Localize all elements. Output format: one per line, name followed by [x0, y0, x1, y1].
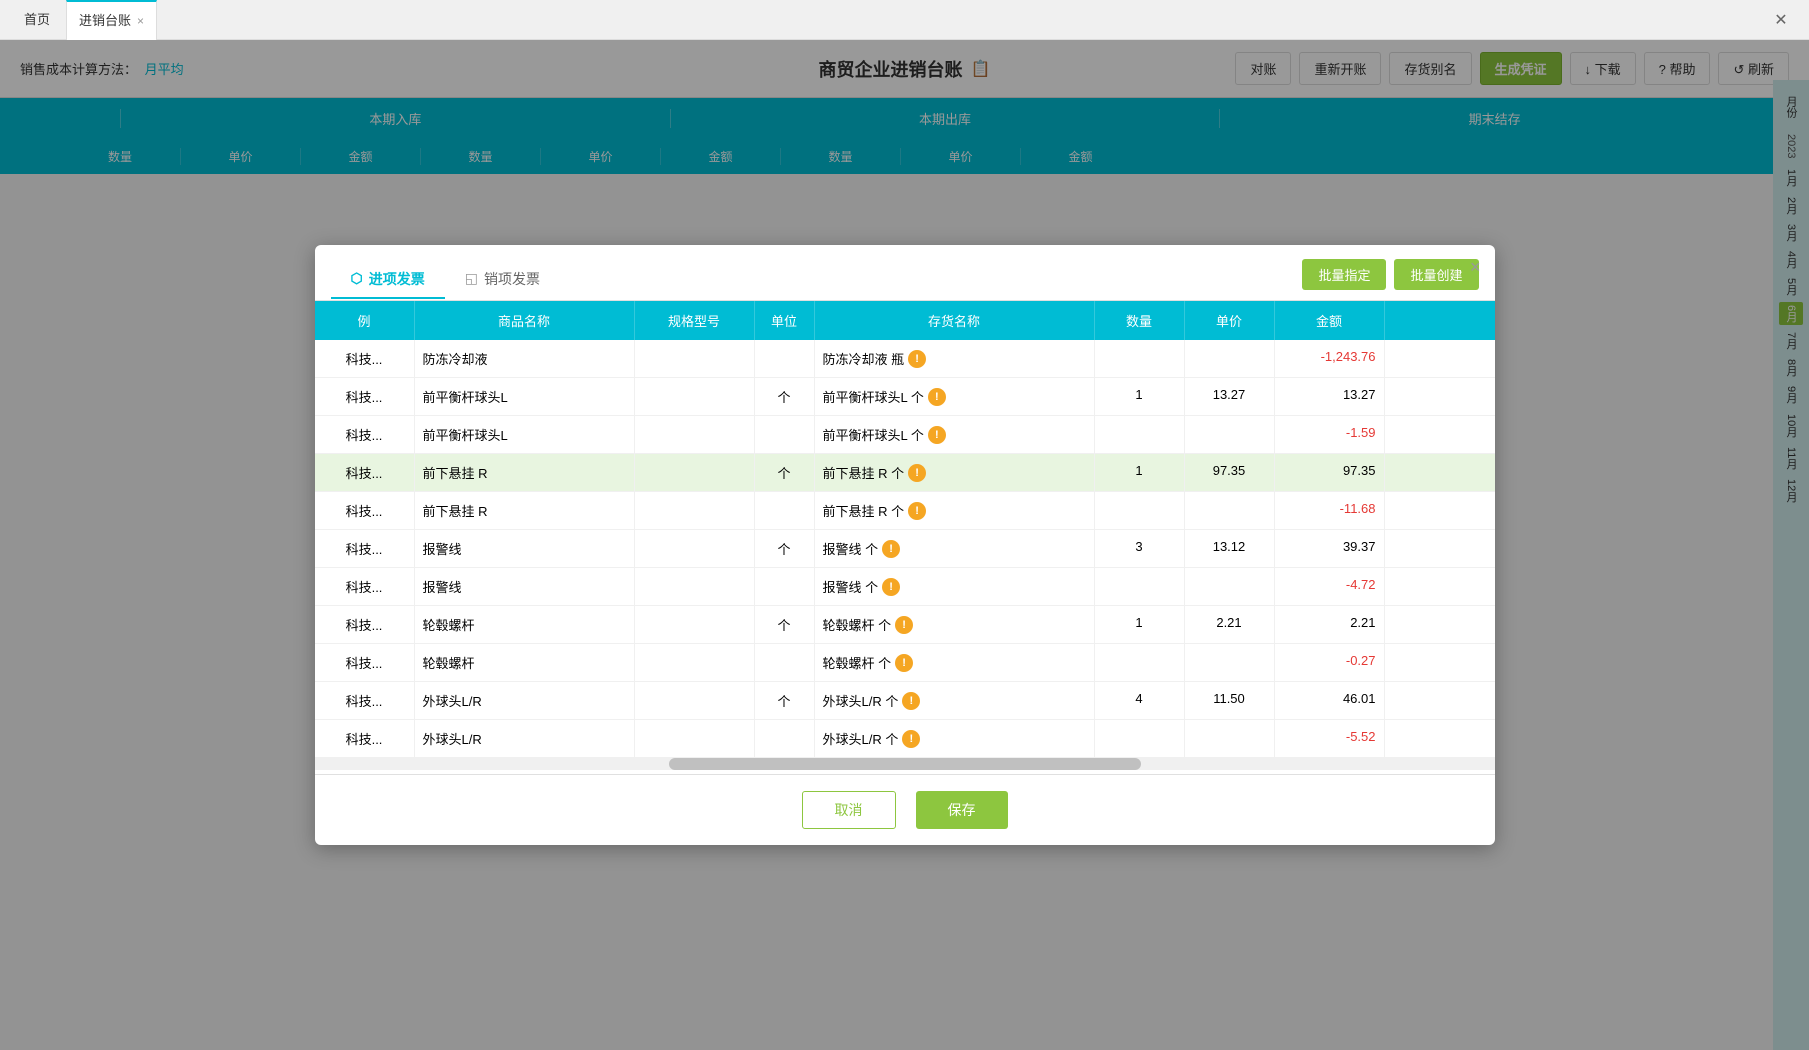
- purchase-icon: ⬡: [351, 270, 363, 287]
- modal-footer: 取消 保存: [315, 774, 1495, 845]
- tab-bar: 首页 进销台账 × ✕: [0, 0, 1809, 40]
- modal-tabs: ⬡ 进项发票 ◱ 销项发票: [331, 261, 560, 299]
- scrollbar-thumb[interactable]: [669, 758, 1141, 770]
- tab-sales-invoice[interactable]: ◱ 销项发票: [445, 261, 560, 299]
- warning-icon: !: [895, 654, 913, 672]
- warning-icon: !: [928, 388, 946, 406]
- warning-icon: !: [902, 730, 920, 748]
- table-header: 例 商品名称 规格型号 单位 存货名称 数量 单价 金额: [315, 301, 1495, 340]
- table-row[interactable]: 科技...外球头L/R个外球头L/R 个!411.5046.01: [315, 682, 1495, 720]
- table-body: 科技...防冻冷却液防冻冷却液 瓶!-1,243.76科技...前平衡杆球头L个…: [315, 340, 1495, 758]
- warning-icon: !: [908, 502, 926, 520]
- col-header-7: 单价: [1185, 301, 1275, 340]
- modal-header: ⬡ 进项发票 ◱ 销项发票 批量指定 批量创建 ×: [315, 245, 1495, 301]
- tab-active[interactable]: 进销台账 ×: [66, 0, 157, 40]
- tab-active-label: 进销台账: [79, 2, 131, 40]
- modal-header-actions: 批量指定 批量创建: [1302, 259, 1478, 300]
- table-row[interactable]: 科技...前平衡杆球头L前平衡杆球头L 个!-1.59: [315, 416, 1495, 454]
- modal-table: 例 商品名称 规格型号 单位 存货名称 数量 单价 金额 科技...防冻冷却液防…: [315, 301, 1495, 774]
- tab-home[interactable]: 首页: [8, 0, 66, 40]
- warning-icon: !: [895, 616, 913, 634]
- main-area: 销售成本计算方法： 月平均 商贸企业进销台账 📋 对账 重新开账 存货别名 生成…: [0, 40, 1809, 1050]
- window-close-btn[interactable]: ✕: [1761, 0, 1801, 40]
- col-header-3: 规格型号: [635, 301, 755, 340]
- col-header-2: 商品名称: [415, 301, 635, 340]
- warning-icon: !: [908, 350, 926, 368]
- table-row[interactable]: 科技...轮毂螺杆轮毂螺杆 个!-0.27: [315, 644, 1495, 682]
- modal-close-button[interactable]: ×: [1470, 257, 1481, 278]
- tab-close-btn[interactable]: ×: [137, 2, 144, 40]
- table-row[interactable]: 科技...报警线个报警线 个!313.1239.37: [315, 530, 1495, 568]
- warning-icon: !: [928, 426, 946, 444]
- save-button[interactable]: 保存: [916, 791, 1008, 829]
- col-header-5: 存货名称: [815, 301, 1095, 340]
- col-header-8: 金额: [1275, 301, 1385, 340]
- col-header-6: 数量: [1095, 301, 1185, 340]
- table-row[interactable]: 科技...前下悬挂 R个前下悬挂 R 个!197.3597.35: [315, 454, 1495, 492]
- tab-purchase-invoice[interactable]: ⬡ 进项发票: [331, 261, 445, 299]
- table-row[interactable]: 科技...轮毂螺杆个轮毂螺杆 个!12.212.21: [315, 606, 1495, 644]
- table-row[interactable]: 科技...防冻冷却液防冻冷却液 瓶!-1,243.76: [315, 340, 1495, 378]
- table-row[interactable]: 科技...报警线报警线 个!-4.72: [315, 568, 1495, 606]
- warning-icon: !: [902, 692, 920, 710]
- table-row[interactable]: 科技...前下悬挂 R前下悬挂 R 个!-11.68: [315, 492, 1495, 530]
- col-header-4: 单位: [755, 301, 815, 340]
- cancel-button[interactable]: 取消: [802, 791, 896, 829]
- table-row[interactable]: 科技...前平衡杆球头L个前平衡杆球头L 个!113.2713.27: [315, 378, 1495, 416]
- modal-dialog: ⬡ 进项发票 ◱ 销项发票 批量指定 批量创建 ×: [315, 245, 1495, 845]
- warning-icon: !: [908, 464, 926, 482]
- warning-icon: !: [882, 540, 900, 558]
- sales-icon: ◱: [465, 270, 478, 287]
- batch-assign-button[interactable]: 批量指定: [1302, 259, 1386, 290]
- table-row[interactable]: 科技...外球头L/R外球头L/R 个!-5.52: [315, 720, 1495, 758]
- col-header-1: 例: [315, 301, 415, 340]
- table-scrollbar[interactable]: [315, 758, 1495, 770]
- warning-icon: !: [882, 578, 900, 596]
- batch-create-button[interactable]: 批量创建: [1394, 259, 1478, 290]
- modal-overlay: ⬡ 进项发票 ◱ 销项发票 批量指定 批量创建 ×: [0, 40, 1809, 1050]
